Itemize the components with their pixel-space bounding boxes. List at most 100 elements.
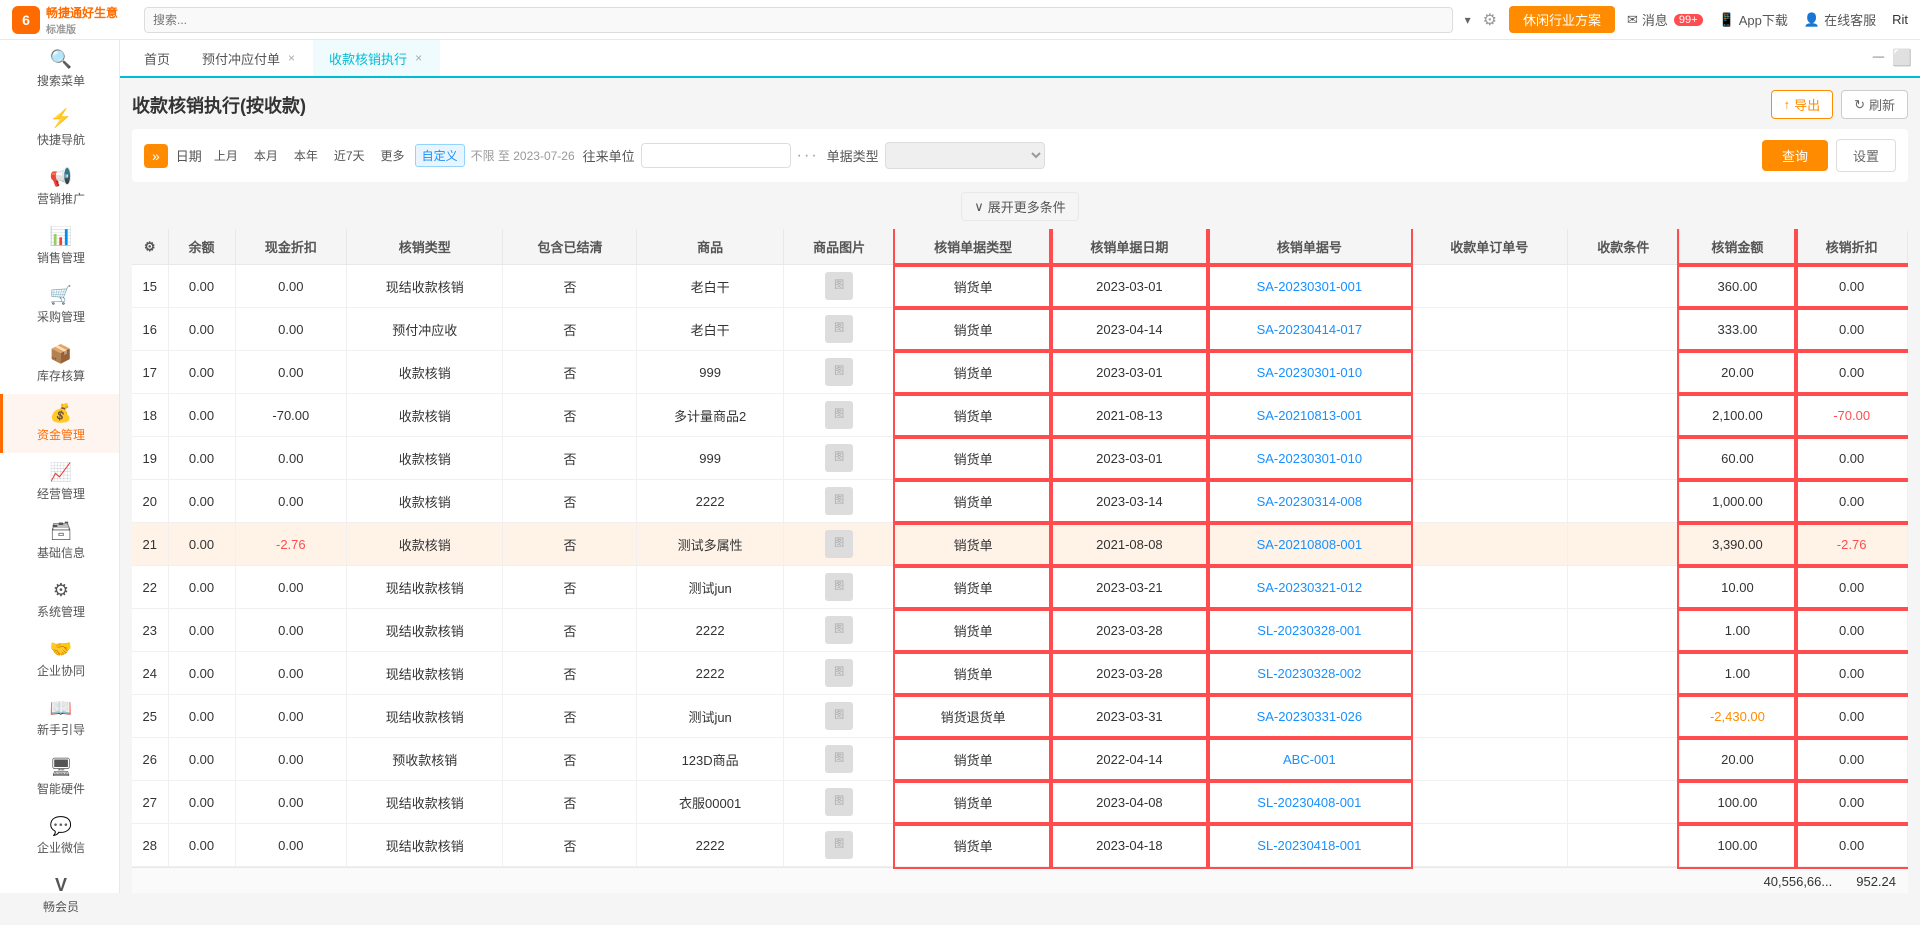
sidebar-item-finance-label: 资金管理 (37, 426, 85, 443)
sidebar-item-wechat[interactable]: 💬 企业微信 (0, 807, 119, 866)
td-balance: 0.00 (168, 437, 235, 480)
date-opt-more[interactable]: 更多 (375, 145, 411, 166)
bill-no-link[interactable]: ABC-001 (1283, 752, 1336, 767)
sidebar-item-base[interactable]: 🗃 基础信息 (0, 512, 119, 571)
bill-no-link[interactable]: SA-20230314-008 (1257, 494, 1363, 509)
td-bill-type: 销货单 (895, 394, 1051, 437)
sidebar-item-guide-label: 新手引导 (37, 721, 85, 738)
brand-sub: 标准版 (46, 21, 118, 36)
filter-expand-btn[interactable]: » (144, 144, 168, 168)
date-opt-last-month[interactable]: 上月 (208, 145, 244, 166)
app-download-btn[interactable]: 📱 App下载 (1719, 10, 1788, 29)
sidebar-item-sales-label: 销售管理 (37, 249, 85, 266)
bill-no-link[interactable]: SA-20230321-012 (1257, 580, 1363, 595)
sidebar-item-hardware[interactable]: 🖥 智能硬件 (0, 748, 119, 807)
top-search-input[interactable] (144, 7, 1453, 33)
industry-btn[interactable]: 休闲行业方案 (1509, 6, 1615, 33)
td-discount: 0.00 (1796, 824, 1908, 867)
sidebar-item-vip[interactable]: V 畅会员 (0, 866, 119, 925)
td-goods-img: 图 (783, 523, 895, 566)
bill-no-link[interactable]: SL-20230328-002 (1257, 666, 1361, 681)
user-menu-btn[interactable]: Rit (1892, 12, 1908, 27)
from-unit-input[interactable] (641, 143, 791, 168)
date-opt-this-month[interactable]: 本月 (248, 145, 284, 166)
td-discount: 0.00 (1796, 652, 1908, 695)
sidebar-item-system[interactable]: ⚙ 系统管理 (0, 571, 119, 630)
bill-no-link[interactable]: SA-20230301-010 (1257, 365, 1363, 380)
dropdown-icon[interactable]: ▾ (1465, 13, 1471, 27)
td-order-no (1411, 824, 1567, 867)
td-cash-discount: -2.76 (235, 523, 347, 566)
refresh-btn[interactable]: ↻ 刷新 (1841, 90, 1908, 119)
sidebar-item-hardware-label: 智能硬件 (37, 780, 85, 797)
sidebar-item-collab[interactable]: 🤝 企业协同 (0, 630, 119, 689)
td-cash-discount: 0.00 (235, 308, 347, 351)
sidebar-item-inventory[interactable]: 📦 库存核算 (0, 335, 119, 394)
bill-no-link[interactable]: SA-20210808-001 (1257, 537, 1363, 552)
sidebar-item-operation[interactable]: 📈 经营管理 (0, 453, 119, 512)
sidebar-item-purchase-label: 采购管理 (37, 308, 85, 325)
tab-cashwrite[interactable]: 收款核销执行 × (313, 40, 440, 78)
td-bill-no: SL-20230328-001 (1208, 609, 1412, 652)
bill-no-link[interactable]: SL-20230328-001 (1257, 623, 1361, 638)
th-cash-discount: 现金折扣 (235, 229, 347, 265)
sidebar-item-finance[interactable]: 💰 资金管理 (0, 394, 119, 453)
sidebar-item-system-label: 系统管理 (37, 603, 85, 620)
settings-btn[interactable]: 设置 (1836, 139, 1896, 172)
messages-label: 消息 (1642, 10, 1668, 29)
bill-no-link[interactable]: SL-20230408-001 (1257, 795, 1361, 810)
tab-prepay[interactable]: 预付冲应付单 × (186, 40, 313, 78)
tab-prepay-close[interactable]: × (286, 51, 297, 65)
window-minimize-icon[interactable]: ─ (1873, 49, 1884, 67)
date-opt-custom[interactable]: 自定义 (415, 144, 465, 167)
tab-home[interactable]: 首页 (128, 40, 186, 78)
td-id: 18 (132, 394, 168, 437)
td-balance: 0.00 (168, 652, 235, 695)
sidebar-item-guide[interactable]: 📖 新手引导 (0, 689, 119, 748)
bill-no-link[interactable]: SL-20230418-001 (1257, 838, 1361, 853)
bill-no-link[interactable]: SA-20230301-001 (1257, 279, 1363, 294)
bill-no-link[interactable]: SA-20230414-017 (1257, 322, 1363, 337)
td-type: 收款核销 (347, 351, 503, 394)
system-icon: ⚙ (53, 581, 69, 599)
date-opt-7days[interactable]: 近7天 (328, 145, 371, 166)
export-btn[interactable]: ↑ 导出 (1771, 90, 1834, 119)
date-opt-this-year[interactable]: 本年 (288, 145, 324, 166)
sidebar-item-marketing[interactable]: 📢 营销推广 (0, 158, 119, 217)
th-settled: 包含已结清 (503, 229, 637, 265)
td-goods-img: 图 (783, 351, 895, 394)
messages-btn[interactable]: ✉ 消息 99+ (1627, 10, 1703, 29)
sidebar-item-sales[interactable]: 📊 销售管理 (0, 217, 119, 276)
td-settled: 否 (503, 523, 637, 566)
table-row: 21 0.00 -2.76 收款核销 否 测试多属性 图 销货单 2021-08… (132, 523, 1908, 566)
page-content: 收款核销执行(按收款) ↑ 导出 ↻ 刷新 » 日期 (120, 78, 1920, 893)
td-discount: 0.00 (1796, 351, 1908, 394)
expand-more-btn[interactable]: ∨ 展开更多条件 (961, 192, 1079, 221)
tab-cashwrite-label: 收款核销执行 (329, 49, 407, 68)
table-row: 26 0.00 0.00 预收款核销 否 123D商品 图 销货单 2022-0… (132, 738, 1908, 781)
tab-cashwrite-close[interactable]: × (413, 51, 424, 65)
gear-icon[interactable]: ⚙ (1483, 10, 1497, 30)
td-goods: 123D商品 (637, 738, 783, 781)
td-terms (1567, 695, 1679, 738)
bill-type-select[interactable] (885, 142, 1045, 169)
sidebar-item-collab-label: 企业协同 (37, 662, 85, 679)
td-type: 预付冲应收 (347, 308, 503, 351)
td-bill-type: 销货单 (895, 781, 1051, 824)
bill-no-link[interactable]: SA-20210813-001 (1257, 408, 1363, 423)
sidebar-item-purchase[interactable]: 🛒 采购管理 (0, 276, 119, 335)
td-order-no (1411, 265, 1567, 308)
td-amount: 1.00 (1679, 652, 1796, 695)
bill-no-link[interactable]: SA-20230301-010 (1257, 451, 1363, 466)
td-type: 收款核销 (347, 437, 503, 480)
finance-icon: 💰 (50, 404, 72, 422)
sidebar-item-search[interactable]: 🔍 搜索菜单 (0, 40, 119, 99)
bill-no-link[interactable]: SA-20230331-026 (1257, 709, 1363, 724)
sidebar-item-quick[interactable]: ⚡ 快捷导航 (0, 99, 119, 158)
td-cash-discount: 0.00 (235, 265, 347, 308)
window-maximize-icon[interactable]: ⬜ (1892, 48, 1912, 68)
table-row: 27 0.00 0.00 现结收款核销 否 衣服00001 图 销货单 2023… (132, 781, 1908, 824)
query-btn[interactable]: 查询 (1762, 140, 1828, 171)
online-service-btn[interactable]: 👤 在线客服 (1804, 10, 1876, 29)
td-bill-date: 2023-04-08 (1051, 781, 1207, 824)
